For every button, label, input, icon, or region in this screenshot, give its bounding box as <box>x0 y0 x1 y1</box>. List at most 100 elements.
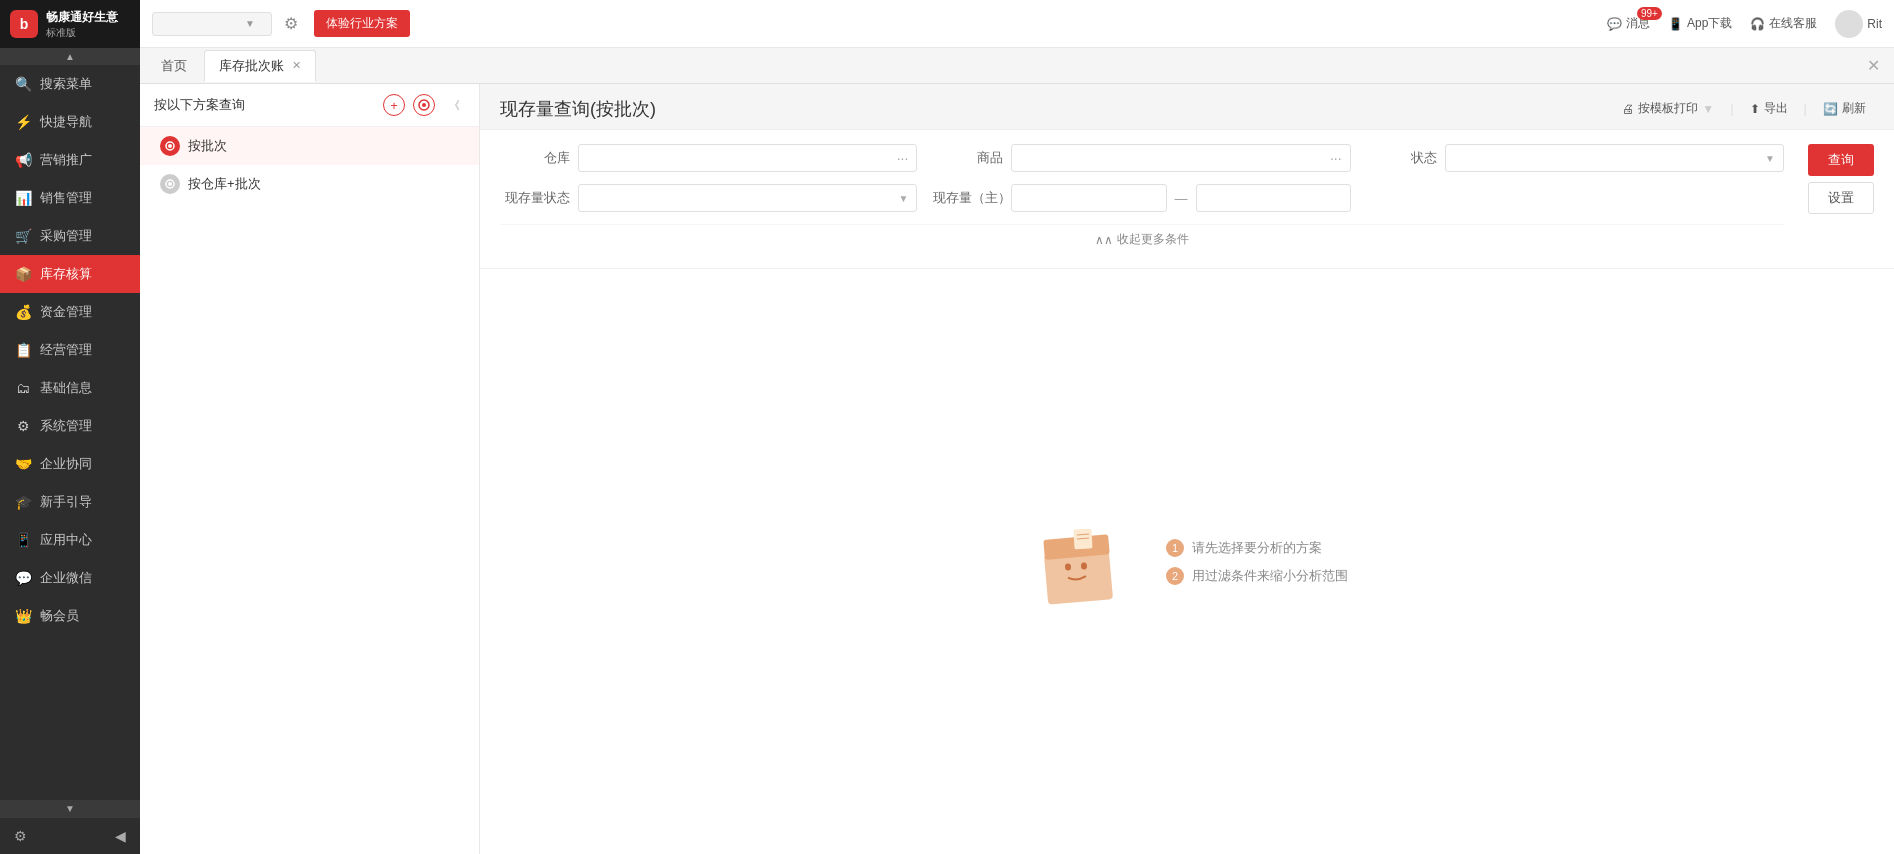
sidebar-scroll-down[interactable]: ▼ <box>0 800 140 817</box>
sidebar-footer: ⚙ ◀ <box>0 817 140 854</box>
plan-settings-btn[interactable] <box>413 94 435 116</box>
wechat-icon: 💬 <box>14 569 32 587</box>
page-header: 现存量查询(按批次) 🖨 按模板打印 ▼ | ⬆ 导出 | 🔄 <box>480 84 1894 130</box>
product-dots-icon[interactable]: ··· <box>1330 150 1342 166</box>
topbar-messages[interactable]: 💬 消息 99+ <box>1607 15 1650 32</box>
company-name: 畅康通好生意 <box>46 9 118 26</box>
set-btn[interactable]: 设置 <box>1808 182 1874 214</box>
empty-hint-1-text: 请先选择要分析的方案 <box>1192 539 1322 557</box>
print-btn[interactable]: 🖨 按模板打印 ▼ <box>1614 96 1722 121</box>
sidebar-item-finance[interactable]: 💰 资金管理 <box>0 293 140 331</box>
sidebar-item-operation-label: 经营管理 <box>40 341 92 359</box>
print-dropdown-icon[interactable]: ▼ <box>1702 102 1714 116</box>
sidebar-item-member[interactable]: 👑 畅会员 <box>0 597 140 635</box>
system-icon: ⚙ <box>14 417 32 435</box>
edition-label: 标准版 <box>46 26 118 40</box>
btn-group-right: 查询 设置 <box>1808 144 1874 214</box>
app-logo: b <box>10 10 38 38</box>
sidebar-item-newbie[interactable]: 🎓 新手引导 <box>0 483 140 521</box>
right-content: 现存量查询(按批次) 🖨 按模板打印 ▼ | ⬆ 导出 | 🔄 <box>480 84 1894 854</box>
stock-amount-to[interactable] <box>1196 184 1351 212</box>
topbar-gear-icon[interactable]: ⚙ <box>284 14 298 33</box>
filter-group-status: 状态 ▼ <box>1367 144 1784 172</box>
topbar-user[interactable]: Rit <box>1835 10 1882 38</box>
sidebar-item-inventory[interactable]: 📦 库存核算 <box>0 255 140 293</box>
sidebar-item-basic[interactable]: 🗂 基础信息 <box>0 369 140 407</box>
chevron-up-icon: ∧∧ <box>1095 233 1113 247</box>
empty-illustration-svg <box>1026 507 1136 617</box>
sidebar-item-app-center[interactable]: 📱 应用中心 <box>0 521 140 559</box>
sidebar-item-quick-nav[interactable]: ⚡ 快捷导航 <box>0 103 140 141</box>
filter-group-stock-status: 现存量状态 ▼ <box>500 184 917 212</box>
query-btn[interactable]: 查询 <box>1808 144 1874 176</box>
product-input[interactable]: ··· <box>1011 144 1350 172</box>
sidebar-item-operation[interactable]: 📋 经营管理 <box>0 331 140 369</box>
sidebar-settings-btn[interactable]: ⚙ <box>14 828 27 844</box>
left-panel-title: 按以下方案查询 <box>154 96 245 114</box>
filter-row-1: 仓库 ··· 商品 ··· <box>500 144 1784 172</box>
collapse-more-btn[interactable]: ∧∧ 收起更多条件 <box>500 224 1784 254</box>
inventory-icon: 📦 <box>14 265 32 283</box>
sidebar-item-inventory-label: 库存核算 <box>40 265 92 283</box>
sidebar-header: b 畅康通好生意 标准版 <box>0 0 140 48</box>
collapse-panel-btn[interactable]: 《 <box>443 94 465 116</box>
sidebar-collapse-btn[interactable]: ◀ <box>115 828 126 844</box>
add-plan-btn[interactable]: + <box>383 94 405 116</box>
status-select[interactable]: ▼ <box>1445 144 1784 172</box>
hint-num-1: 1 <box>1166 539 1184 557</box>
tab-inventory-batch-label: 库存批次账 <box>219 57 284 75</box>
svg-point-3 <box>168 144 172 148</box>
sales-icon: 📊 <box>14 189 32 207</box>
tab-inventory-batch-close[interactable]: ✕ <box>292 59 301 72</box>
topbar-right: 💬 消息 99+ 📱 App下载 🎧 在线客服 Rit <box>1607 10 1882 38</box>
sidebar-item-wechat[interactable]: 💬 企业微信 <box>0 559 140 597</box>
main-area: ▼ ⚙ 体验行业方案 💬 消息 99+ 📱 App下载 🎧 在线客服 Rit <box>140 0 1894 854</box>
sidebar-scroll-up[interactable]: ▲ <box>0 48 140 65</box>
refresh-btn[interactable]: 🔄 刷新 <box>1815 96 1874 121</box>
export-btn[interactable]: ⬆ 导出 <box>1742 96 1796 121</box>
sidebar-item-system[interactable]: ⚙ 系统管理 <box>0 407 140 445</box>
tabbar: 首页 库存批次账 ✕ ✕ <box>140 48 1894 84</box>
online-service-label: 在线客服 <box>1769 15 1817 32</box>
stock-amount-label: 现存量（主） <box>933 189 1003 207</box>
status-chevron-icon: ▼ <box>1765 153 1775 164</box>
empty-hint-2: 2 用过滤条件来缩小分析范围 <box>1166 567 1348 585</box>
topbar-search-box[interactable]: ▼ <box>152 12 272 36</box>
tab-inventory-batch[interactable]: 库存批次账 ✕ <box>204 50 316 82</box>
sidebar-item-purchase[interactable]: 🛒 采购管理 <box>0 217 140 255</box>
plan-icon-red <box>160 136 180 156</box>
sidebar-item-search-label: 搜索菜单 <box>40 75 92 93</box>
sidebar-item-sales-label: 销售管理 <box>40 189 92 207</box>
topbar-online-service[interactable]: 🎧 在线客服 <box>1750 15 1817 32</box>
warehouse-input[interactable]: ··· <box>578 144 917 172</box>
sidebar-item-finance-label: 资金管理 <box>40 303 92 321</box>
sidebar-item-search[interactable]: 🔍 搜索菜单 <box>0 65 140 103</box>
stock-amount-dash: — <box>1167 191 1196 206</box>
experience-btn[interactable]: 体验行业方案 <box>314 10 410 37</box>
stock-status-select[interactable]: ▼ <box>578 184 917 212</box>
sidebar: b 畅康通好生意 标准版 ▲ 🔍 搜索菜单 ⚡ 快捷导航 📢 营销推广 📊 销售… <box>0 0 140 854</box>
tab-home[interactable]: 首页 <box>146 50 202 82</box>
stock-status-chevron-icon: ▼ <box>898 193 908 204</box>
topbar-search-input[interactable] <box>161 17 241 31</box>
app-center-icon: 📱 <box>14 531 32 549</box>
plan-item-batch[interactable]: 按批次 <box>140 127 479 165</box>
plan-item-warehouse-batch[interactable]: 按仓库+批次 <box>140 165 479 203</box>
sidebar-item-sales[interactable]: 📊 销售管理 <box>0 179 140 217</box>
search-icon: 🔍 <box>14 75 32 93</box>
user-avatar <box>1835 10 1863 38</box>
empty-hint-2-text: 用过滤条件来缩小分析范围 <box>1192 567 1348 585</box>
plan-icon-gray <box>160 174 180 194</box>
sidebar-item-enterprise[interactable]: 🤝 企业协同 <box>0 445 140 483</box>
empty-illustration <box>1026 507 1136 617</box>
newbie-icon: 🎓 <box>14 493 32 511</box>
filter-group-warehouse: 仓库 ··· <box>500 144 917 172</box>
warehouse-dots-icon[interactable]: ··· <box>897 150 909 166</box>
messages-badge: 99+ <box>1637 7 1662 20</box>
sidebar-item-app-center-label: 应用中心 <box>40 531 92 549</box>
topbar-app-download[interactable]: 📱 App下载 <box>1668 15 1732 32</box>
empty-state: 1 请先选择要分析的方案 2 用过滤条件来缩小分析范围 <box>480 269 1894 854</box>
close-icon[interactable]: ✕ <box>1859 56 1888 75</box>
stock-amount-from[interactable] <box>1011 184 1166 212</box>
sidebar-item-marketing[interactable]: 📢 营销推广 <box>0 141 140 179</box>
